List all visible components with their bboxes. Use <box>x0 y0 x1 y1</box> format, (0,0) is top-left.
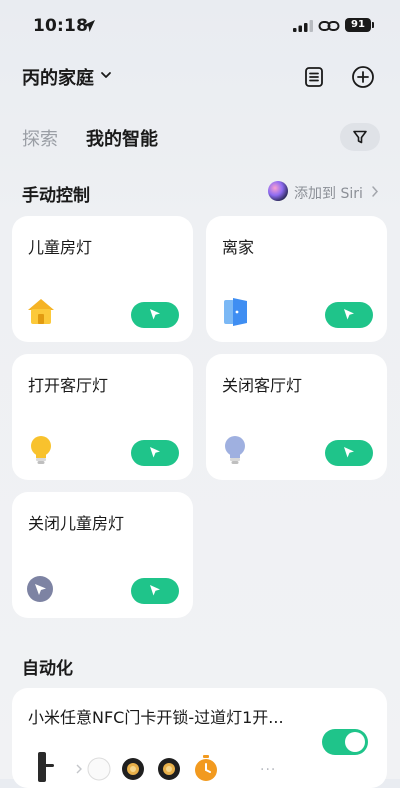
door-icon <box>224 298 247 326</box>
siri-icon[interactable] <box>268 181 288 201</box>
location-arrow-icon <box>83 20 95 32</box>
cursor-icon <box>150 447 160 458</box>
white-bulb-icon <box>87 757 111 781</box>
cursor-icon <box>150 585 160 596</box>
automation-toggle[interactable] <box>322 729 368 755</box>
tab-my-smart[interactable]: 我的智能 <box>86 125 158 151</box>
filter-button[interactable] <box>340 123 380 151</box>
cursor-icon <box>150 309 160 320</box>
chevron-right-icon <box>76 764 82 774</box>
scene-card[interactable]: 关闭儿童房灯 <box>12 492 193 618</box>
battery-cap <box>372 22 374 28</box>
run-scene-button[interactable] <box>131 440 179 466</box>
bulb-blue-icon <box>225 436 245 464</box>
timer-icon <box>195 755 217 781</box>
chevron-right-icon[interactable] <box>371 185 379 198</box>
house-icon <box>28 299 54 324</box>
bulb-yellow-icon <box>31 436 51 464</box>
scene-card[interactable]: 离家 <box>206 216 387 342</box>
add-to-siri-link[interactable]: 添加到 Siri <box>294 183 363 203</box>
status-time: 10:18 <box>33 16 89 36</box>
battery-indicator: 91 <box>345 18 371 32</box>
more-devices-indicator: ··· <box>260 762 277 778</box>
cursor-circle-icon <box>27 576 53 602</box>
filter-icon <box>353 130 367 144</box>
personal-hotspot-icon <box>318 21 340 31</box>
toggle-knob <box>345 732 365 752</box>
run-scene-button[interactable] <box>325 302 373 328</box>
section-title-automation: 自动化 <box>22 659 73 679</box>
spotlight-icon <box>158 758 180 780</box>
log-list-icon[interactable] <box>303 66 325 88</box>
scene-label: 儿童房灯 <box>28 238 93 257</box>
door-lock-icon <box>38 752 54 782</box>
automation-label: 小米任意NFC门卡开锁-过道灯1开... <box>28 708 284 727</box>
home-selector[interactable]: 丙的家庭 <box>22 64 94 90</box>
add-circle-icon[interactable] <box>351 65 375 89</box>
tab-explore[interactable]: 探索 <box>22 125 58 151</box>
cellular-signal-icon <box>293 20 313 32</box>
cursor-icon <box>344 447 354 458</box>
scene-label: 关闭客厅灯 <box>222 376 303 395</box>
scene-label: 关闭儿童房灯 <box>28 514 125 533</box>
run-scene-button[interactable] <box>131 302 179 328</box>
section-title-manual: 手动控制 <box>22 186 90 206</box>
scene-label: 离家 <box>222 238 255 257</box>
run-scene-button[interactable] <box>131 578 179 604</box>
scene-card[interactable]: 儿童房灯 <box>12 216 193 342</box>
scene-card[interactable]: 关闭客厅灯 <box>206 354 387 480</box>
cursor-icon <box>344 309 354 320</box>
spotlight-icon <box>122 758 144 780</box>
chevron-down-icon[interactable] <box>100 70 112 80</box>
automation-card[interactable]: 小米任意NFC门卡开锁-过道灯1开... ··· <box>12 688 387 788</box>
run-scene-button[interactable] <box>325 440 373 466</box>
scene-card[interactable]: 打开客厅灯 <box>12 354 193 480</box>
scene-label: 打开客厅灯 <box>28 376 109 395</box>
